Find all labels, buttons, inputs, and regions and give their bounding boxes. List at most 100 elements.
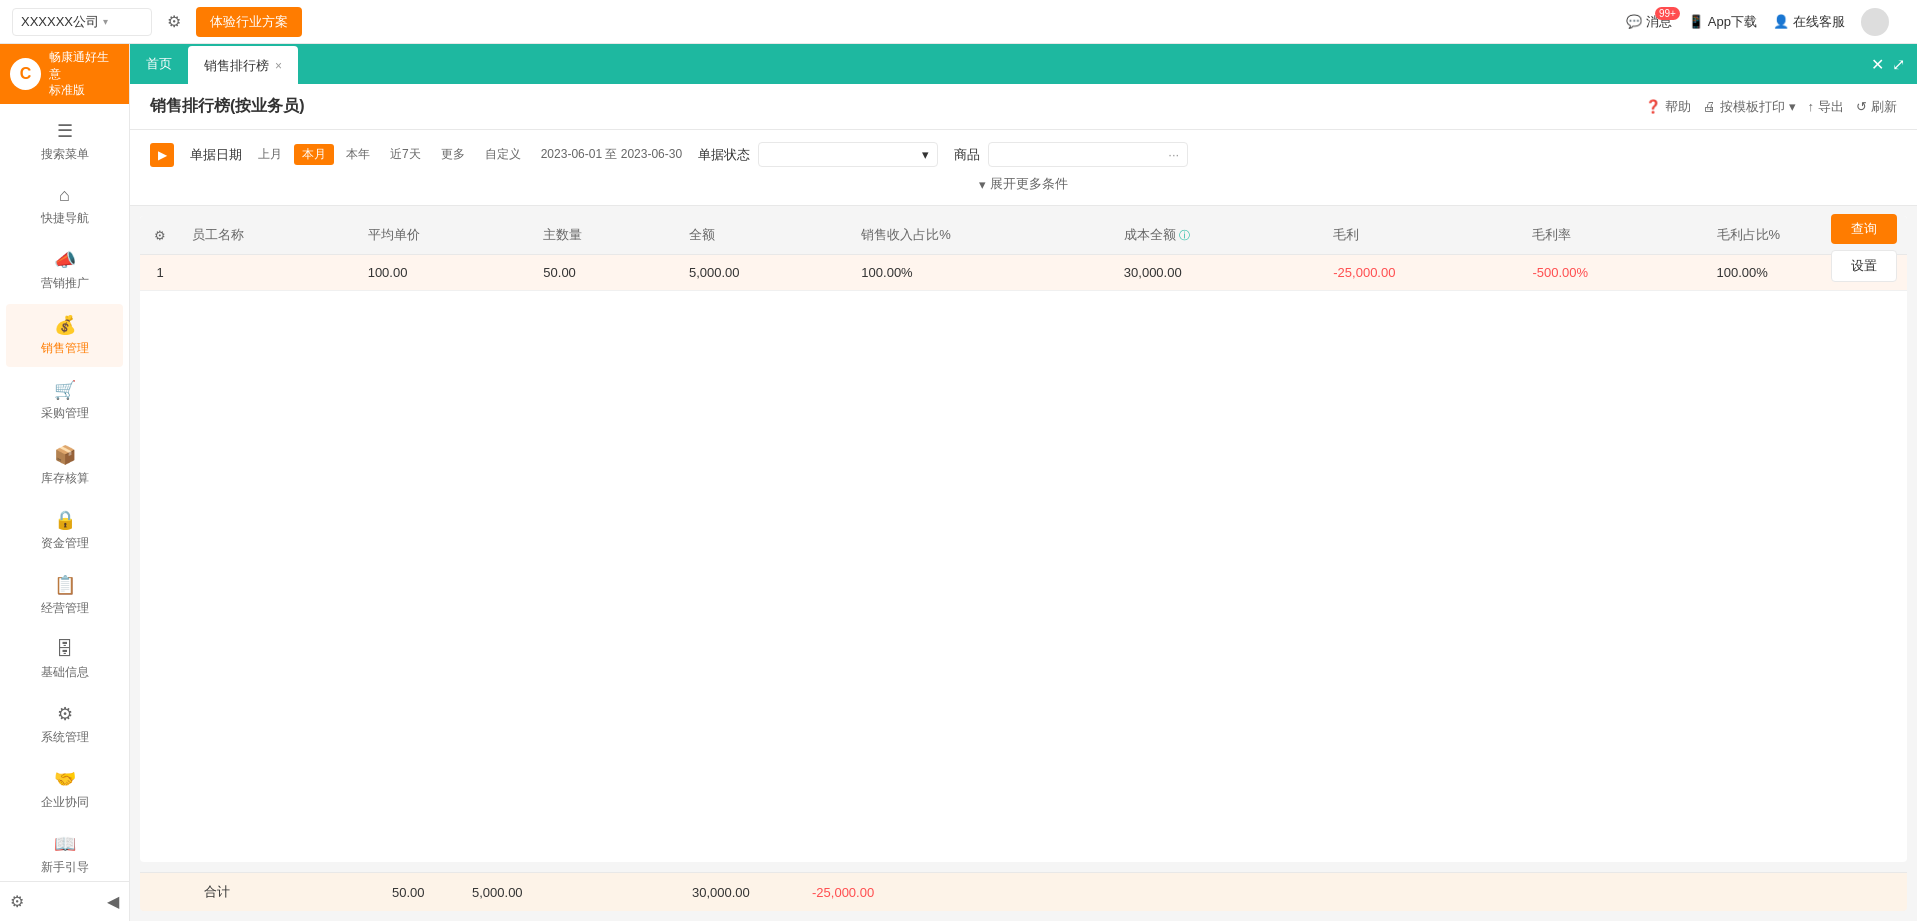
sidebar-item-enterprise-collab[interactable]: 🤝 企业协同 [6, 758, 123, 821]
system-mgmt-icon: ⚙ [57, 703, 73, 725]
close-window-icon[interactable]: ✕ [1871, 55, 1884, 74]
goods-filter-item: 商品 ··· [954, 142, 1188, 167]
expand-filters-button[interactable]: ▾ 展开更多条件 [979, 175, 1068, 193]
sidebar-item-system-mgmt[interactable]: ⚙ 系统管理 [6, 693, 123, 756]
goods-filter-label: 商品 [954, 146, 980, 164]
capital-icon: 🔒 [54, 509, 76, 531]
inventory-icon: 📦 [54, 444, 76, 466]
print-button[interactable]: 🖨 按模板打印 ▾ [1703, 98, 1796, 116]
online-service-button[interactable]: 👤 在线客服 [1773, 13, 1845, 31]
help-button[interactable]: ❓ 帮助 [1645, 98, 1691, 116]
cell-avg-price: 100.00 [356, 255, 532, 291]
sidebar-item-quick-nav[interactable]: ⌂ 快捷导航 [6, 175, 123, 237]
message-icon: 💬 [1626, 14, 1642, 29]
sidebar-item-label: 基础信息 [41, 664, 89, 681]
logo-icon: C [10, 58, 41, 90]
sidebar-item-sales-mgmt[interactable]: 💰 销售管理 [6, 304, 123, 367]
sidebar-item-label: 企业协同 [41, 794, 89, 811]
query-button-2[interactable]: 查询 [1831, 214, 1897, 244]
refresh-button[interactable]: ↺ 刷新 [1856, 98, 1897, 116]
th-sales-ratio: 销售收入占比% [849, 216, 1111, 255]
logo-line2: 标准版 [49, 82, 119, 99]
date-tab-this-year[interactable]: 本年 [338, 144, 378, 165]
footer-amount: 5,000.00 [472, 885, 572, 900]
sidebar-item-search-order[interactable]: ☰ 搜索菜单 [6, 110, 123, 173]
top-right-area: 💬 消息 99+ 📱 App下载 👤 在线客服 [1626, 8, 1905, 36]
goods-input[interactable]: ··· [988, 142, 1188, 167]
company-name: XXXXXX公司 [21, 13, 99, 31]
sidebar-item-label: 营销推广 [41, 275, 89, 292]
footer-total-label: 合计 [192, 883, 292, 901]
expand-window-icon[interactable]: ⤢ [1892, 55, 1905, 74]
page-title: 销售排行榜(按业务员) [150, 96, 305, 117]
footer-gross-profit: -25,000.00 [812, 885, 912, 900]
date-tab-last-7-days[interactable]: 近7天 [382, 144, 429, 165]
table-area: ⚙ 员工名称 平均单价 主数量 全额 销售收入占比% 成本全额 ⓘ 毛利 毛利率… [140, 216, 1907, 862]
status-select[interactable]: ▾ [758, 142, 938, 167]
app-download-button[interactable]: 📱 App下载 [1688, 13, 1757, 31]
sidebar-item-label: 系统管理 [41, 729, 89, 746]
sidebar-item-label: 库存核算 [41, 470, 89, 487]
filter-toggle-icon[interactable]: ▶ [150, 143, 174, 167]
page-actions: ❓ 帮助 🖨 按模板打印 ▾ ↑ 导出 ↺ 刷新 [1645, 98, 1898, 116]
sidebar-item-marketing[interactable]: 📣 营销推广 [6, 239, 123, 302]
table-row: 1 100.00 50.00 5,000.00 100.00% 30,000.0… [140, 255, 1907, 291]
date-tab-more[interactable]: 更多 [433, 144, 473, 165]
sidebar-item-biz-mgmt[interactable]: 📋 经营管理 [6, 564, 123, 627]
nav-items: ☰ 搜索菜单 ⌂ 快捷导航 📣 营销推广 💰 销售管理 🛒 采购管理 📦 库 [0, 104, 129, 881]
message-button[interactable]: 💬 消息 99+ [1626, 13, 1672, 31]
logo-area: C 畅康通好生意 标准版 [0, 44, 129, 104]
filter-row: ▶ 单据日期 上月 本月 本年 近7天 更多 自定义 2023-06-01 至 … [150, 142, 1897, 167]
query-settings-overlay: 查询设置 [1831, 214, 1897, 282]
date-tab-custom[interactable]: 自定义 [477, 144, 529, 165]
filter-area: ▶ 单据日期 上月 本月 本年 近7天 更多 自定义 2023-06-01 至 … [130, 130, 1917, 206]
export-icon: ↑ [1808, 99, 1815, 114]
quick-nav-icon: ⌂ [59, 185, 70, 206]
sidebar-settings-icon[interactable]: ⚙ [10, 892, 24, 911]
tab-close-icon[interactable]: × [275, 59, 282, 73]
print-label: 按模板打印 [1720, 98, 1785, 116]
sidebar-item-label: 快捷导航 [41, 210, 89, 227]
th-amount: 全额 [677, 216, 849, 255]
tab-sales-ranking[interactable]: 销售排行榜 × [188, 46, 298, 86]
sidebar-item-purchase-mgmt[interactable]: 🛒 采购管理 [6, 369, 123, 432]
status-select-chevron: ▾ [922, 147, 929, 162]
search-order-icon: ☰ [57, 120, 73, 142]
sidebar-item-newbie-guide[interactable]: 📖 新手引导 [6, 823, 123, 881]
avatar[interactable] [1861, 8, 1889, 36]
sidebar-item-label: 采购管理 [41, 405, 89, 422]
tab-home[interactable]: 首页 [130, 44, 188, 84]
sidebar-footer: ⚙ ◀ [0, 881, 129, 921]
footer-cost-amount: 30,000.00 [692, 885, 812, 900]
help-label: 帮助 [1665, 98, 1691, 116]
enterprise-collab-icon: 🤝 [54, 768, 76, 790]
th-gross-profit: 毛利 [1321, 216, 1520, 255]
home-tab-label: 首页 [146, 55, 172, 73]
sidebar-item-label: 销售管理 [41, 340, 89, 357]
trial-button[interactable]: 体验行业方案 [196, 7, 302, 37]
th-settings[interactable]: ⚙ [140, 216, 180, 255]
settings-button-2[interactable]: 设置 [1831, 250, 1897, 282]
export-button[interactable]: ↑ 导出 [1808, 98, 1845, 116]
th-employee-name: 员工名称 [180, 216, 356, 255]
message-badge: 99+ [1655, 7, 1680, 20]
company-selector[interactable]: XXXXXX公司 ▾ [12, 8, 152, 36]
active-tab-label: 销售排行榜 [204, 57, 269, 75]
goods-input-dots: ··· [1168, 147, 1179, 162]
sidebar-collapse-icon[interactable]: ◀ [107, 892, 119, 911]
cell-sales-ratio: 100.00% [849, 255, 1111, 291]
settings-icon[interactable]: ⚙ [160, 8, 188, 36]
cell-main-qty: 50.00 [531, 255, 677, 291]
sidebar-item-label: 资金管理 [41, 535, 89, 552]
th-main-qty: 主数量 [531, 216, 677, 255]
date-tab-this-month[interactable]: 本月 [294, 144, 334, 165]
th-gross-rate: 毛利率 [1520, 216, 1704, 255]
sidebar-item-label: 搜索菜单 [41, 146, 89, 163]
sidebar-item-basic-info[interactable]: 🗄 基础信息 [6, 629, 123, 691]
date-tab-last-month[interactable]: 上月 [250, 144, 290, 165]
sidebar-item-inventory[interactable]: 📦 库存核算 [6, 434, 123, 497]
date-filter-label: 单据日期 [190, 146, 242, 164]
chevron-down-icon: ▾ [103, 16, 108, 27]
sidebar-item-capital-mgmt[interactable]: 🔒 资金管理 [6, 499, 123, 562]
th-avg-price: 平均单价 [356, 216, 532, 255]
